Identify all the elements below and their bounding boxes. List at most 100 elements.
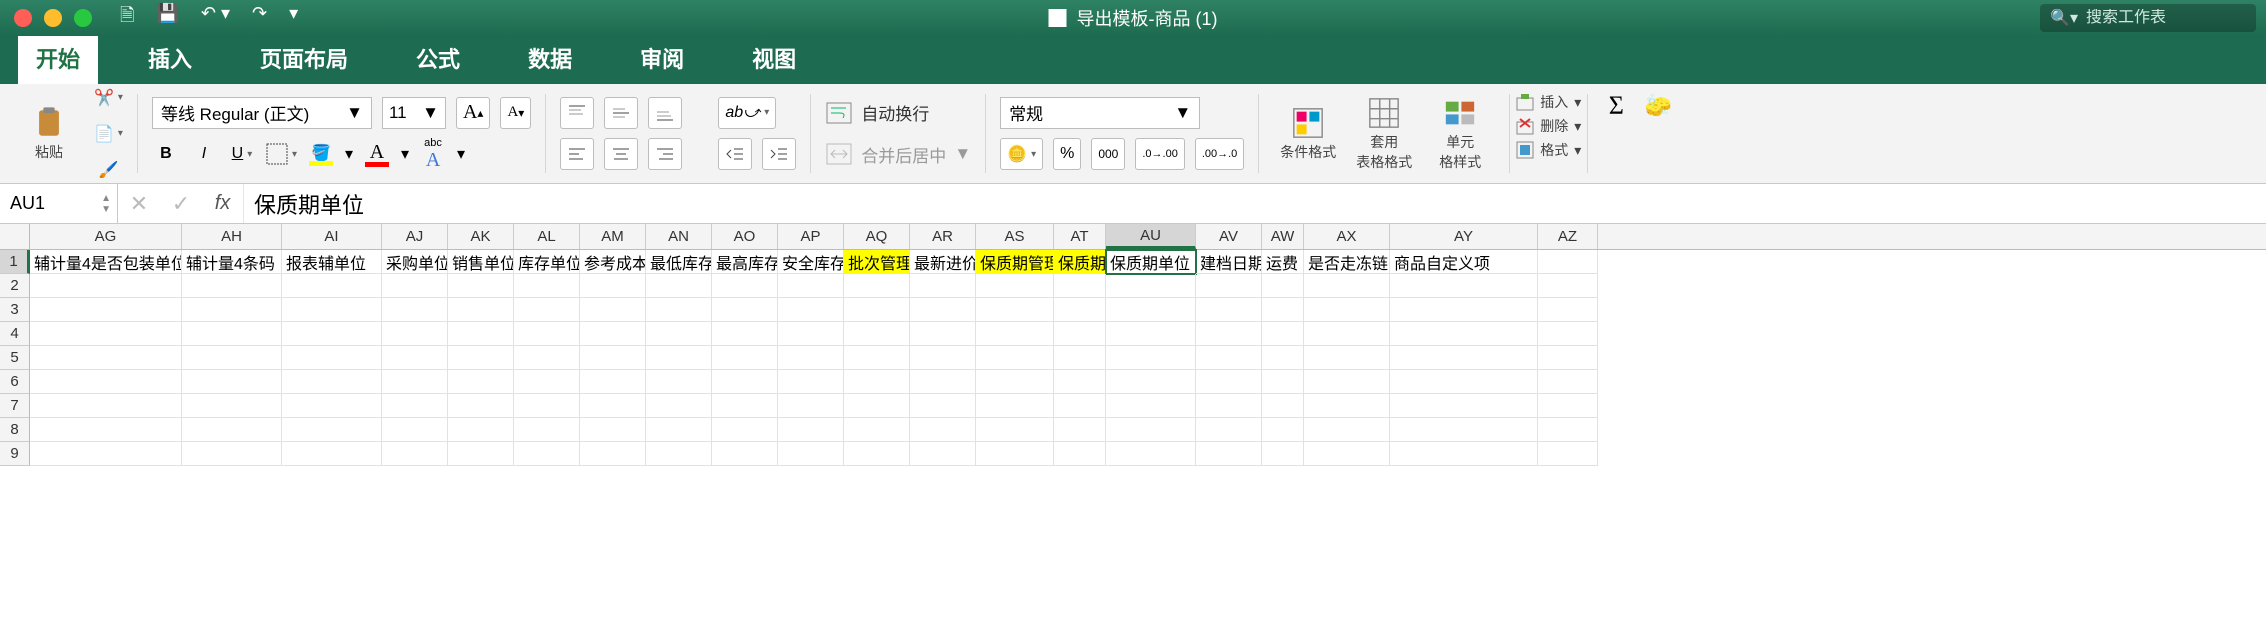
cell-AU5[interactable] (1106, 346, 1196, 370)
cell-AX2[interactable] (1304, 274, 1390, 298)
cell-AH5[interactable] (182, 346, 282, 370)
cell-AL6[interactable] (514, 370, 580, 394)
cell-AT6[interactable] (1054, 370, 1106, 394)
cell-AN2[interactable] (646, 274, 712, 298)
fill-color-button[interactable]: 🪣 (307, 140, 335, 168)
cell-AK3[interactable] (448, 298, 514, 322)
cell-AL1[interactable]: 库存单位 (514, 250, 580, 274)
increase-font-button[interactable]: A▴ (456, 97, 490, 129)
conditional-format-button[interactable]: 条件格式 (1273, 106, 1343, 162)
cell-AQ5[interactable] (844, 346, 910, 370)
cell-AQ3[interactable] (844, 298, 910, 322)
maximize-window-button[interactable] (74, 9, 92, 27)
cell-AU2[interactable] (1106, 274, 1196, 298)
column-header-AW[interactable]: AW (1262, 224, 1304, 249)
cell-AV7[interactable] (1196, 394, 1262, 418)
copy-button[interactable]: 📄▾ (94, 120, 123, 148)
cell-AW9[interactable] (1262, 442, 1304, 466)
column-header-AY[interactable]: AY (1390, 224, 1538, 249)
cell-AK1[interactable]: 销售单位 (448, 250, 514, 274)
cell-AO3[interactable] (712, 298, 778, 322)
save-icon[interactable]: 💾 (156, 3, 178, 33)
cell-AY9[interactable] (1390, 442, 1538, 466)
cell-AJ9[interactable] (382, 442, 448, 466)
cell-AU7[interactable] (1106, 394, 1196, 418)
cell-AO2[interactable] (712, 274, 778, 298)
cell-AS4[interactable] (976, 322, 1054, 346)
column-header-AT[interactable]: AT (1054, 224, 1106, 249)
insert-cells-button[interactable]: 插入▾ (1516, 92, 1581, 112)
cell-AT1[interactable]: 保质期 (1054, 250, 1106, 274)
cell-AV4[interactable] (1196, 322, 1262, 346)
cell-AL3[interactable] (514, 298, 580, 322)
cell-AN4[interactable] (646, 322, 712, 346)
cell-AI8[interactable] (282, 418, 382, 442)
cell-AJ8[interactable] (382, 418, 448, 442)
merge-center-button[interactable] (825, 140, 853, 168)
cell-AM3[interactable] (580, 298, 646, 322)
cell-AY1[interactable]: 商品自定义项 (1390, 250, 1538, 274)
cell-AZ3[interactable] (1538, 298, 1598, 322)
cell-AJ3[interactable] (382, 298, 448, 322)
column-header-AN[interactable]: AN (646, 224, 712, 249)
cell-AS9[interactable] (976, 442, 1054, 466)
close-window-button[interactable] (14, 9, 32, 27)
column-header-AM[interactable]: AM (580, 224, 646, 249)
cell-AH1[interactable]: 辅计量4条码 (182, 250, 282, 274)
cell-AG3[interactable] (30, 298, 182, 322)
cell-AP2[interactable] (778, 274, 844, 298)
column-header-AS[interactable]: AS (976, 224, 1054, 249)
font-name-select[interactable]: 等线 Regular (正文) ▼ (152, 97, 372, 129)
cancel-formula-button[interactable]: ✕ (118, 184, 160, 223)
cell-AX9[interactable] (1304, 442, 1390, 466)
search-input[interactable] (2086, 9, 2246, 27)
percent-button[interactable]: % (1053, 138, 1081, 170)
cell-AN7[interactable] (646, 394, 712, 418)
cell-AI6[interactable] (282, 370, 382, 394)
cell-AX7[interactable] (1304, 394, 1390, 418)
cell-AZ2[interactable] (1538, 274, 1598, 298)
cell-AK8[interactable] (448, 418, 514, 442)
cell-AU6[interactable] (1106, 370, 1196, 394)
delete-cells-button[interactable]: 删除▾ (1516, 116, 1581, 136)
row-header-2[interactable]: 2 (0, 274, 30, 298)
cell-AO6[interactable] (712, 370, 778, 394)
cell-AM4[interactable] (580, 322, 646, 346)
cell-AJ7[interactable] (382, 394, 448, 418)
cell-AP9[interactable] (778, 442, 844, 466)
cell-AS3[interactable] (976, 298, 1054, 322)
cell-AG2[interactable] (30, 274, 182, 298)
decrease-font-button[interactable]: A▾ (500, 97, 531, 129)
cell-AV9[interactable] (1196, 442, 1262, 466)
cell-AT3[interactable] (1054, 298, 1106, 322)
phonetic-button[interactable]: abc A (419, 140, 447, 168)
cell-AV8[interactable] (1196, 418, 1262, 442)
cell-AJ1[interactable]: 采购单位 (382, 250, 448, 274)
column-header-AG[interactable]: AG (30, 224, 182, 249)
italic-button[interactable]: I (190, 140, 218, 168)
cell-AH8[interactable] (182, 418, 282, 442)
cell-AV6[interactable] (1196, 370, 1262, 394)
cell-AX3[interactable] (1304, 298, 1390, 322)
cell-AR1[interactable]: 最新进价 (910, 250, 976, 274)
cell-AP7[interactable] (778, 394, 844, 418)
cell-AU8[interactable] (1106, 418, 1196, 442)
cell-AV5[interactable] (1196, 346, 1262, 370)
cell-AY3[interactable] (1390, 298, 1538, 322)
cell-AQ7[interactable] (844, 394, 910, 418)
cell-AU4[interactable] (1106, 322, 1196, 346)
search-box[interactable]: 🔍▾ (2040, 4, 2256, 32)
column-header-AR[interactable]: AR (910, 224, 976, 249)
cell-AW6[interactable] (1262, 370, 1304, 394)
cell-AW8[interactable] (1262, 418, 1304, 442)
cell-AY2[interactable] (1390, 274, 1538, 298)
row-header-7[interactable]: 7 (0, 394, 30, 418)
cell-AI5[interactable] (282, 346, 382, 370)
cell-AR4[interactable] (910, 322, 976, 346)
cell-AU3[interactable] (1106, 298, 1196, 322)
cell-AI1[interactable]: 报表辅单位 (282, 250, 382, 274)
cell-AX6[interactable] (1304, 370, 1390, 394)
cell-AQ8[interactable] (844, 418, 910, 442)
column-header-AL[interactable]: AL (514, 224, 580, 249)
cell-AK5[interactable] (448, 346, 514, 370)
